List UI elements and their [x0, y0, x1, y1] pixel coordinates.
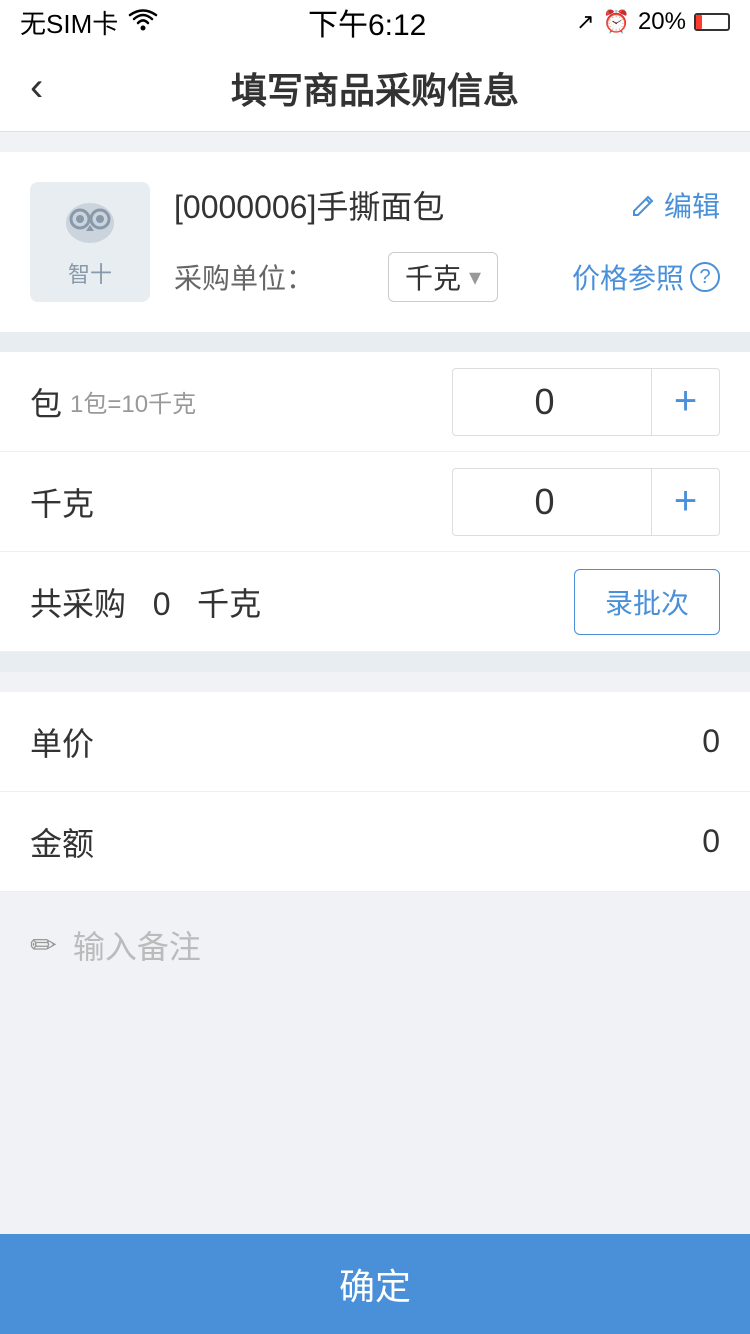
alarm-icon: ⏰ — [603, 9, 630, 35]
amount-value: 0 — [702, 823, 720, 860]
input-section: 包 1包=10千克 + 千克 + 共采购 0 千克 录批次 — [0, 352, 750, 652]
bao-input-row: 包 1包=10千克 + — [0, 352, 750, 452]
product-image: 智十 — [30, 182, 150, 302]
product-info: [0000006]手撕面包 编辑 采购单位： 千克 ▾ 价格参照 ? — [174, 182, 720, 302]
remark-section[interactable]: ✏ 输入备注 — [0, 892, 750, 998]
price-ref-button[interactable]: 价格参照 ? — [572, 257, 720, 297]
kg-plus-button[interactable]: + — [652, 468, 720, 536]
wifi-icon — [128, 7, 158, 38]
kg-input[interactable] — [452, 468, 652, 536]
confirm-label: 确定 — [339, 1258, 411, 1310]
product-logo-label: 智十 — [68, 257, 112, 289]
kg-label: 千克 — [30, 479, 94, 525]
amount-row: 金额 0 — [0, 792, 750, 892]
edit-label: 编辑 — [664, 185, 720, 225]
unit-price-row: 单价 0 — [0, 692, 750, 792]
total-row: 共采购 0 千克 录批次 — [0, 552, 750, 652]
battery-percent: 20% — [638, 8, 686, 36]
unit-price-label: 单价 — [30, 719, 94, 765]
status-left: 无SIM卡 — [20, 4, 158, 41]
back-button[interactable]: ‹ — [30, 65, 43, 110]
bao-label: 包 — [30, 379, 62, 425]
dropdown-icon: ▾ — [469, 263, 481, 292]
product-name: [0000006]手撕面包 — [174, 182, 444, 228]
page-title: 填写商品采购信息 — [231, 62, 519, 114]
unit-label: 采购单位： — [174, 257, 314, 297]
nav-bar: ‹ 填写商品采购信息 — [0, 44, 750, 132]
section-divider-2 — [0, 652, 750, 672]
carrier-text: 无SIM卡 — [20, 4, 118, 41]
unit-price-value: 0 — [702, 723, 720, 760]
price-info-section: 单价 0 金额 0 — [0, 692, 750, 892]
unit-value: 千克 — [405, 257, 461, 297]
confirm-button[interactable]: 确定 — [0, 1234, 750, 1334]
amount-label: 金额 — [30, 819, 94, 865]
unit-select[interactable]: 千克 ▾ — [388, 252, 498, 302]
section-divider-1 — [0, 332, 750, 352]
status-bar: 无SIM卡 下午6:12 ↗ ⏰ 20% — [0, 0, 750, 44]
kg-input-row: 千克 + — [0, 452, 750, 552]
edit-button[interactable]: 编辑 — [630, 185, 720, 225]
product-card: 智十 [0000006]手撕面包 编辑 采购单位： 千克 ▾ 价格参照 ? — [0, 152, 750, 332]
batch-button[interactable]: 录批次 — [574, 569, 720, 635]
bao-sublabel: 1包=10千克 — [70, 384, 196, 419]
battery-icon — [694, 13, 730, 31]
product-logo-icon — [60, 195, 120, 253]
status-right: ↗ ⏰ 20% — [576, 8, 730, 36]
location-icon: ↗ — [576, 9, 594, 35]
price-ref-label: 价格参照 — [572, 257, 684, 297]
price-ref-help-icon: ? — [690, 262, 720, 292]
remark-input[interactable]: 输入备注 — [73, 922, 201, 968]
remark-icon: ✏ — [30, 926, 57, 964]
total-label: 共采购 0 千克 — [30, 579, 261, 625]
status-time: 下午6:12 — [308, 0, 426, 44]
bao-plus-button[interactable]: + — [652, 368, 720, 436]
bao-input[interactable] — [452, 368, 652, 436]
